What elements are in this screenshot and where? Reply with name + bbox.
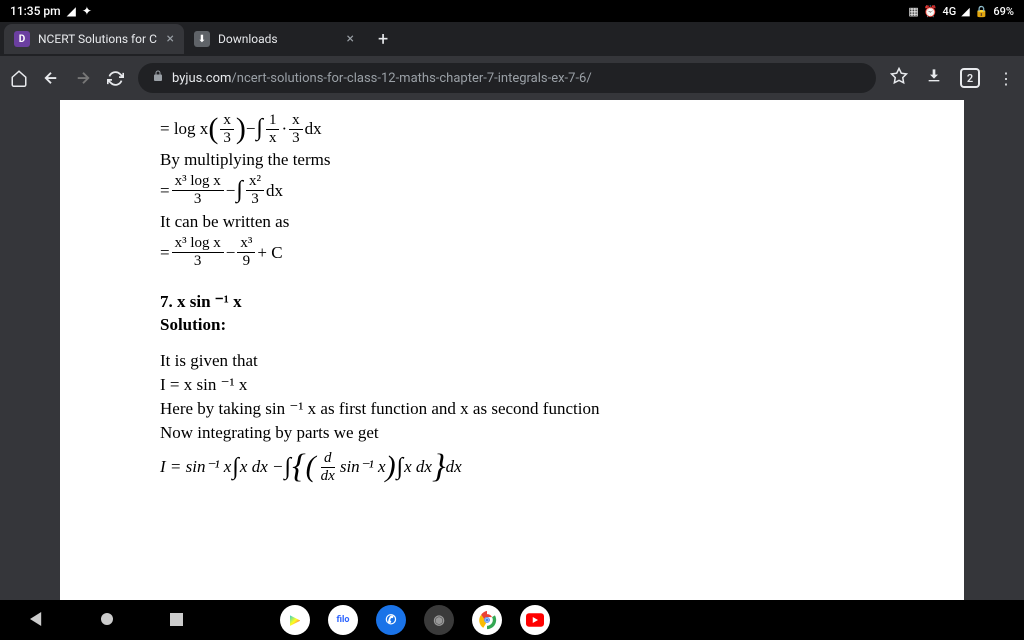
tab-title: Downloads [218,32,339,46]
new-tab-button[interactable]: + [364,29,402,50]
battery-text: 69% [993,5,1014,18]
text-written-as: It can be written as [160,210,864,234]
tab-title: NCERT Solutions for C [38,32,159,46]
tab-downloads[interactable]: ⬇ Downloads × [184,24,364,54]
app-filo[interactable]: filo [328,605,358,635]
signal-icon: ◢ [961,5,969,18]
alarm-icon: ⏰ [924,5,938,18]
lock-icon: 🔒 [975,5,989,18]
favicon-byjus: D [14,31,30,47]
close-icon[interactable]: × [347,31,354,47]
tab-strip: D NCERT Solutions for C × ⬇ Downloads × … [0,22,1024,56]
nav-bar: byjus.com/ncert-solutions-for-class-12-m… [0,56,1024,100]
url-bar[interactable]: byjus.com/ncert-solutions-for-class-12-m… [138,63,876,93]
forward-icon[interactable] [74,69,92,87]
url-host: byjus.com [172,71,231,86]
lock-icon [152,70,164,86]
star-icon[interactable] [890,67,908,89]
clock: 11:35 pm [10,4,61,18]
reload-icon[interactable] [106,69,124,87]
favicon-downloads: ⬇ [194,31,210,47]
problem-heading: 7. x sin ⁻¹ x [160,290,864,314]
equation-1: = log x ( x3 ) − ∫ 1x · x3 dx [160,110,864,148]
cast-icon: ▦ [908,5,918,18]
app-camera[interactable]: ◉ [424,605,454,635]
back-button[interactable] [30,611,44,630]
content-area: = log x ( x3 ) − ∫ 1x · x3 dx By multipl… [0,100,1024,600]
recent-button[interactable] [170,611,183,630]
text-multiply: By multiplying the terms [160,148,864,172]
menu-icon[interactable]: ⋮ [998,69,1014,88]
notification-icon: ◢ [67,4,76,18]
download-icon[interactable] [926,68,942,88]
tab-ncert[interactable]: D NCERT Solutions for C × [4,24,184,54]
text-given: It is given that [160,349,864,373]
notification-icon-2: ✦ [82,4,92,18]
tab-count[interactable]: 2 [960,68,980,88]
equation-4: I = sin⁻¹ x ∫ x dx − ∫ { ( ddx sin⁻¹ x )… [160,444,864,490]
network-label: 4G [942,5,956,18]
app-phone[interactable]: ✆ [376,605,406,635]
status-bar: 11:35 pm ◢ ✦ ▦ ⏰ 4G ◢ 🔒 69% [0,0,1024,22]
bottom-nav: ▶ filo ✆ ◉ [0,600,1024,640]
app-chrome[interactable] [472,605,502,635]
back-icon[interactable] [42,69,60,87]
solution-heading: Solution: [160,313,864,337]
document-page: = log x ( x3 ) − ∫ 1x · x3 dx By multipl… [60,100,964,600]
app-youtube[interactable] [520,605,550,635]
url-path: /ncert-solutions-for-class-12-maths-chap… [231,71,591,86]
text-integrating: Now integrating by parts we get [160,421,864,445]
equation-3: = x³ log x3 − x³9 + C [160,234,864,272]
close-icon[interactable]: × [167,31,174,47]
text-first-function: Here by taking sin ⁻¹ x as first functio… [160,397,864,421]
app-play-store[interactable]: ▶ [280,605,310,635]
equation-2: = x³ log x3 − ∫ x²3 dx [160,172,864,210]
home-icon[interactable] [10,69,28,87]
text-equation-i: I = x sin ⁻¹ x [160,373,864,397]
home-button[interactable] [100,611,114,630]
